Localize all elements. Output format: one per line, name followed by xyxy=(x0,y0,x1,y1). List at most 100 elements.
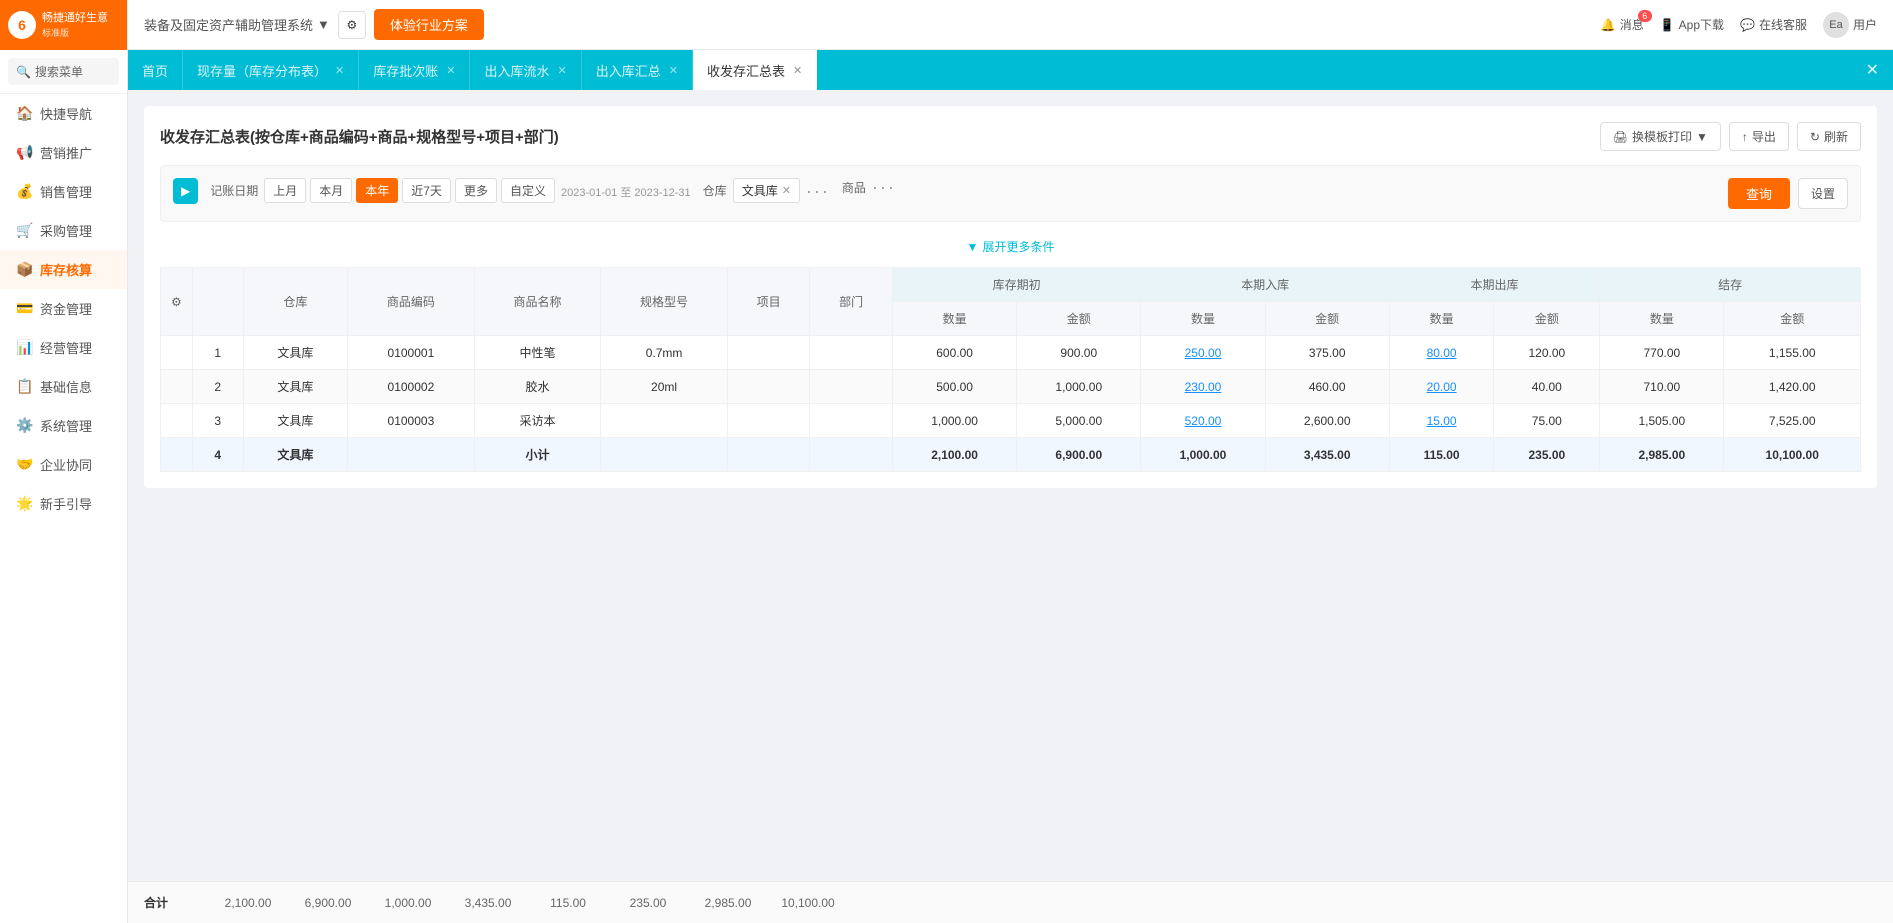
tabbar-close-button[interactable]: ✕ xyxy=(1852,60,1893,80)
main-content: 收发存汇总表(按仓库+商品编码+商品+规格型号+项目+部门) 🖨 换模板打印 ▼… xyxy=(128,90,1893,923)
query-button[interactable]: 查询 xyxy=(1728,178,1790,209)
col-settings[interactable] xyxy=(161,404,193,438)
col-balance-qty: 710.00 xyxy=(1600,370,1724,404)
col-project xyxy=(727,404,810,438)
settings-button[interactable]: 设置 xyxy=(1798,178,1848,209)
operations-icon: 📊 xyxy=(16,339,32,356)
sidebar-item-finance[interactable]: 💳 资金管理 xyxy=(0,289,127,328)
tab-home[interactable]: 首页 xyxy=(128,50,183,90)
trial-btn[interactable]: 体验行业方案 xyxy=(374,9,484,40)
date-filter-label: 记账日期 xyxy=(210,182,258,199)
sidebar-item-marketing[interactable]: 📢 营销推广 xyxy=(0,133,127,172)
table-settings-col[interactable]: ⚙ xyxy=(161,268,193,336)
refresh-button[interactable]: ↻ 刷新 xyxy=(1797,122,1861,151)
tab-inout-flow-label: 出入库流水 xyxy=(484,61,549,80)
basic-icon: 📋 xyxy=(16,378,32,395)
col-out-qty[interactable]: 20.00 xyxy=(1389,370,1494,404)
app-download-label: App下载 xyxy=(1679,16,1724,33)
bottom-in-qty: 1,000.00 xyxy=(368,896,448,910)
inventory-icon: 📦 xyxy=(16,261,32,278)
refresh-icon: ↻ xyxy=(1810,130,1820,144)
tab-receive-send-summary-close[interactable]: ✕ xyxy=(793,64,802,77)
tab-inventory-distribution-close[interactable]: ✕ xyxy=(335,64,344,77)
tab-inout-flow-close[interactable]: ✕ xyxy=(558,64,567,77)
warehouse-more-dots[interactable]: ··· xyxy=(806,182,830,200)
topbar-title-dropdown[interactable]: 装备及固定资产辅助管理系统 ▼ xyxy=(144,15,330,34)
col-balance-amt: 7,525.00 xyxy=(1724,404,1861,438)
sidebar-item-sales[interactable]: 💰 销售管理 xyxy=(0,172,127,211)
app-download-button[interactable]: 📱 App下载 xyxy=(1660,16,1724,33)
topbar-settings-button[interactable]: ⚙ xyxy=(338,11,366,39)
sidebar-item-inventory[interactable]: 📦 库存核算 xyxy=(0,250,127,289)
table-subheader-out-qty: 数量 xyxy=(1389,302,1494,336)
online-support-label: 在线客服 xyxy=(1759,16,1807,33)
warehouse-filter-group: 仓库 文具库 ✕ ··· xyxy=(703,178,830,203)
table-subheader-in-qty: 数量 xyxy=(1141,302,1265,336)
date-btn-custom[interactable]: 自定义 xyxy=(501,178,555,203)
date-btn-more[interactable]: 更多 xyxy=(455,178,497,203)
col-product-name: 中性笔 xyxy=(474,336,601,370)
tab-receive-send-summary[interactable]: 收发存汇总表 ✕ xyxy=(693,50,817,90)
page-card: 收发存汇总表(按仓库+商品编码+商品+规格型号+项目+部门) 🖨 换模板打印 ▼… xyxy=(144,106,1877,488)
date-btn-last-month[interactable]: 上月 xyxy=(264,178,306,203)
col-out-qty[interactable]: 115.00 xyxy=(1389,438,1494,472)
search-menu-button[interactable]: 🔍 搜索菜单 xyxy=(8,58,119,85)
export-button[interactable]: ↑ 导出 xyxy=(1729,122,1789,151)
user-menu-button[interactable]: Ea 用户 xyxy=(1823,12,1877,38)
table-row: 2文具库0100002胶水20ml500.001,000.00230.00460… xyxy=(161,370,1861,404)
tab-home-label: 首页 xyxy=(142,61,168,80)
warehouse-tag-close[interactable]: ✕ xyxy=(782,184,791,197)
online-support-button[interactable]: 💬 在线客服 xyxy=(1740,16,1807,33)
date-btn-this-month[interactable]: 本月 xyxy=(310,178,352,203)
tab-inout-flow[interactable]: 出入库流水 ✕ xyxy=(470,50,581,90)
tab-inventory-batch[interactable]: 库存批次账 ✕ xyxy=(359,50,470,90)
sidebar-item-enterprise[interactable]: 🤝 企业协同 xyxy=(0,445,127,484)
product-filter-label: 商品 xyxy=(842,179,866,196)
col-opening-qty: 1,000.00 xyxy=(892,404,1016,438)
bottom-balance-amt: 10,100.00 xyxy=(768,896,848,910)
sidebar-item-basic[interactable]: 📋 基础信息 xyxy=(0,367,127,406)
tab-inout-summary-close[interactable]: ✕ xyxy=(669,64,678,77)
sidebar-item-guide[interactable]: 🌟 新手引导 xyxy=(0,484,127,523)
col-opening-amt: 5,000.00 xyxy=(1017,404,1141,438)
bottom-total-label: 合计 xyxy=(144,894,168,911)
expand-more-conditions-button[interactable]: ▼ 展开更多条件 xyxy=(160,234,1861,259)
table-subheader-balance-qty: 数量 xyxy=(1600,302,1724,336)
col-in-qty[interactable]: 520.00 xyxy=(1141,404,1265,438)
warehouse-tag-text: 文具库 xyxy=(742,182,778,199)
col-in-qty[interactable]: 230.00 xyxy=(1141,370,1265,404)
col-warehouse: 文具库 xyxy=(243,438,348,472)
col-out-qty[interactable]: 15.00 xyxy=(1389,404,1494,438)
warehouse-filter-input: 文具库 ✕ ··· xyxy=(733,178,830,203)
col-settings[interactable] xyxy=(161,438,193,472)
bottom-balance-qty: 2,985.00 xyxy=(688,896,768,910)
product-more-dots[interactable]: ··· xyxy=(872,178,896,196)
sidebar-item-purchase[interactable]: 🛒 采购管理 xyxy=(0,211,127,250)
col-in-qty[interactable]: 250.00 xyxy=(1141,336,1265,370)
purchase-icon: 🛒 xyxy=(16,222,32,239)
table-group-header-opening: 库存期初 xyxy=(892,268,1140,302)
tab-inventory-distribution[interactable]: 现存量（库存分布表） ✕ xyxy=(183,50,359,90)
topbar: 装备及固定资产辅助管理系统 ▼ ⚙ 体验行业方案 🔔 消息 6 📱 App下载 … xyxy=(128,0,1893,50)
bell-icon: 🔔 xyxy=(1601,18,1616,32)
col-settings[interactable] xyxy=(161,336,193,370)
date-btn-this-year[interactable]: 本年 xyxy=(356,178,398,203)
col-out-qty[interactable]: 80.00 xyxy=(1389,336,1494,370)
col-settings[interactable] xyxy=(161,370,193,404)
notifications-button[interactable]: 🔔 消息 6 xyxy=(1601,16,1644,33)
sidebar-item-system[interactable]: ⚙️ 系统管理 xyxy=(0,406,127,445)
settings-icon: ⚙ xyxy=(347,18,358,32)
sidebar-nav: 🏠 快捷导航 📢 营销推广 💰 销售管理 🛒 采购管理 📦 库存核算 💳 资金管… xyxy=(0,94,127,923)
sidebar-item-quick-nav[interactable]: 🏠 快捷导航 xyxy=(0,94,127,133)
app-badge: 标准版 xyxy=(42,26,108,39)
table-header-department: 部门 xyxy=(810,268,893,336)
dropdown-arrow-icon: ▼ xyxy=(317,17,330,32)
tab-inout-summary[interactable]: 出入库汇总 ✕ xyxy=(582,50,693,90)
col-in-qty[interactable]: 1,000.00 xyxy=(1141,438,1265,472)
date-btn-last-7days[interactable]: 近7天 xyxy=(402,178,451,203)
bottom-in-amt: 3,435.00 xyxy=(448,896,528,910)
filter-toggle-button[interactable]: ▶ xyxy=(173,178,198,204)
sidebar-item-operations[interactable]: 📊 经营管理 xyxy=(0,328,127,367)
template-print-button[interactable]: 🖨 换模板打印 ▼ xyxy=(1600,122,1721,151)
tab-inventory-batch-close[interactable]: ✕ xyxy=(446,64,455,77)
